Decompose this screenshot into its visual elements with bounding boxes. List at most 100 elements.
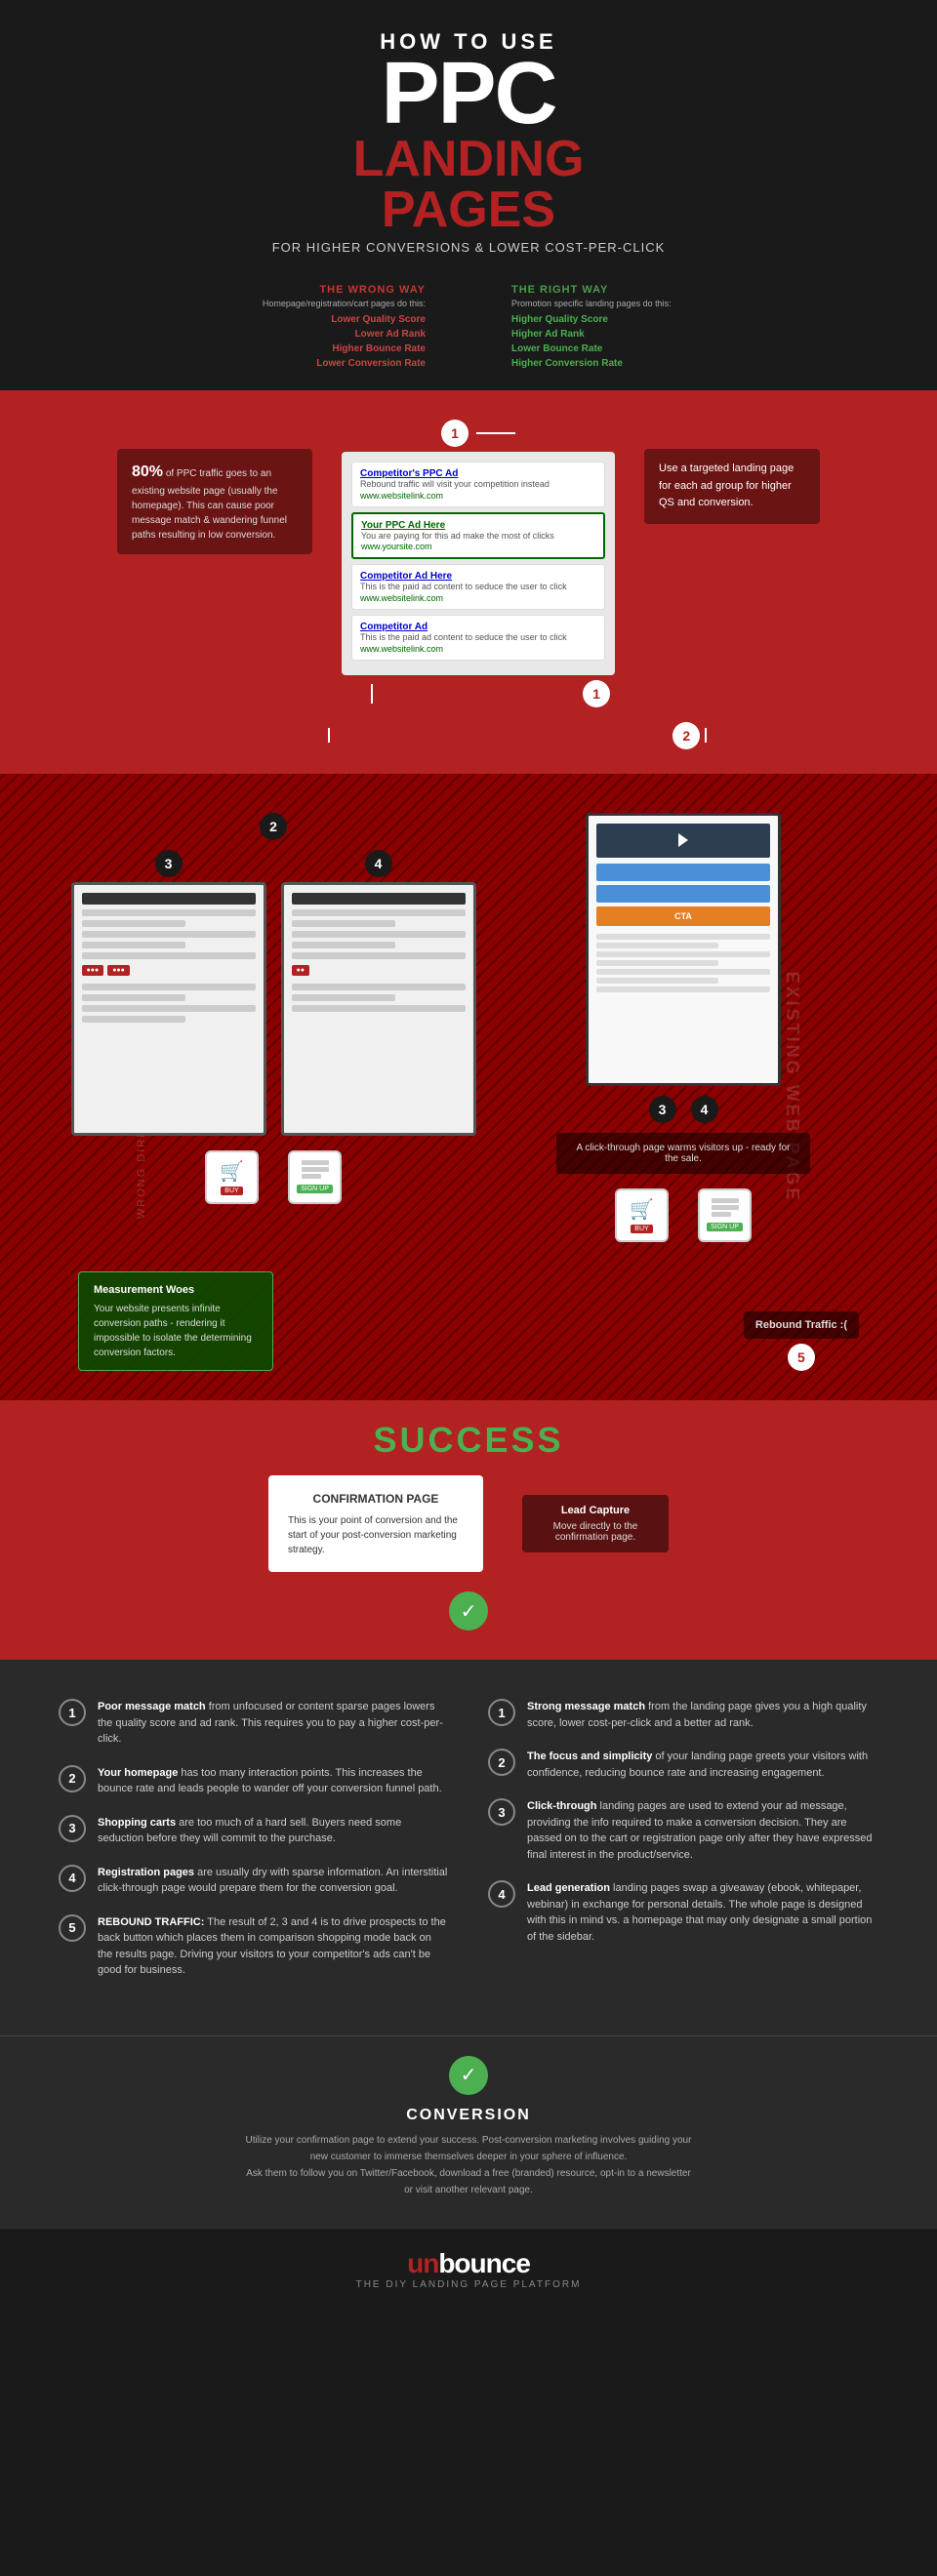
measurement-text: Your website presents infinite conversio… [94,1302,258,1360]
ad-your-ppc-title: Your PPC Ad Here [361,520,595,531]
header-ppc: PPC [20,55,917,134]
ad-competitor-ppc-title: Competitor's PPC Ad [360,468,596,479]
bottom-left-5: 5 REBOUND TRAFFIC: The result of 2, 3 an… [59,1914,449,1979]
bottom-middle-row: Measurement Woes Your website presents i… [0,1262,937,1372]
lp-line-1 [596,934,770,940]
form-symbol-right [712,1198,739,1220]
conversion-line-3: Ask them to follow you on Twitter/Facebo… [246,2168,691,2179]
right-num-4: 4 [488,1880,515,1908]
bottom-right-4: 4 Lead generation landing pages swap a g… [488,1880,878,1945]
buy-button-right: BUY [631,1225,652,1233]
brand-un: un [407,2248,438,2278]
conversion-line-1: Utilize your confirmation page to extend… [246,2135,692,2146]
ad-your-ppc-url: www.yoursite.com [361,542,595,551]
cart-symbol: 🛒 [220,1159,244,1184]
step-number-1-left: 1 [441,420,468,447]
left-num-5: 5 [59,1914,86,1942]
landing-page-mockup: CTA [586,813,781,1086]
right-item-4: Higher Conversion Rate [511,356,898,371]
wrong-item-2: Lower Ad Rank [39,327,426,342]
bottom-col-right: 1 Strong message match from the landing … [488,1699,878,1996]
header-landing: LANDING [20,134,917,184]
check-mark-area: ✓ [0,1591,937,1630]
left-text-1: Poor message match from unfocused or con… [98,1699,449,1748]
lp-cta-button: CTA [596,906,770,926]
rebound-label: Rebound Traffic :( [755,1319,847,1331]
right-info-box: Use a targeted landing page for each ad … [644,449,820,524]
click-through-info: A click-through page warms visitors up -… [556,1133,810,1174]
measurement-box: Measurement Woes Your website presents i… [78,1271,273,1372]
right-way-subtitle: Promotion specific landing pages do this… [511,299,898,308]
bottom-cols: 1 Poor message match from unfocused or c… [59,1699,878,1996]
lp-line-3 [596,951,770,957]
right-step-3-4: 3 4 [649,1096,718,1123]
webpage-mockup-left: ●●● ●●● [71,882,266,1136]
bottom-right-2: 2 The focus and simplicity of your landi… [488,1749,878,1781]
conversion-icons-wrong: 🛒 BUY SIGN UP [205,1150,342,1204]
ad-competitor-ppc-desc: Rebound traffic will visit your competit… [360,479,596,491]
left-num-3: 3 [59,1815,86,1842]
success-section: SUCCESS CONFIRMATION PAGE This is your p… [0,1400,937,1660]
right-num-2: 2 [488,1749,515,1776]
right-flow: CTA 3 4 A click-through page warms visit… [517,813,849,1242]
check-circle: ✓ [449,1591,488,1630]
conversion-icons-right: 🛒 BUY SIGN UP [615,1188,752,1242]
header-subtitle: FOR HIGHER CONVERSIONS & LOWER COST-PER-… [20,240,917,255]
website-mockups: 3 ●●● ●●● [71,850,476,1136]
brand-bounce: bounce [438,2248,530,2278]
left-num-1: 1 [59,1699,86,1726]
wrong-item-3: Higher Bounce Rate [39,342,426,356]
rebound-box: Rebound Traffic :( [744,1311,859,1339]
wrong-way-title: THE WRONG WAY [39,284,426,296]
lp-line-7 [596,986,770,992]
left-text-5: REBOUND TRAFFIC: The result of 2, 3 and … [98,1914,449,1979]
ad-competitor-ppc: Competitor's PPC Ad Rebound traffic will… [351,462,605,507]
buy-button: BUY [221,1187,242,1195]
measurement-title: Measurement Woes [94,1282,258,1299]
right-item-3: Lower Bounce Rate [511,342,898,356]
conversion-title: CONVERSION [59,2107,878,2124]
confirmation-box: CONFIRMATION PAGE This is your point of … [268,1475,483,1572]
header: HOW TO USE PPC LANDING PAGES FOR HIGHER … [0,0,937,274]
step-number-1-right: 1 [583,680,610,707]
left-text-4: Registration pages are usually dry with … [98,1865,449,1897]
ad-competitor-2-title: Competitor Ad [360,622,596,632]
success-flow: CONFIRMATION PAGE This is your point of … [0,1475,937,1572]
ppc-percent: 80% [132,463,163,480]
ppc-area: 80% of PPC traffic goes to an existing w… [0,410,937,717]
ad-competitor-1: Competitor Ad Here This is the paid ad c… [351,564,605,610]
right-way: THE RIGHT WAY Promotion specific landing… [511,284,898,371]
conversion-check: ✓ [449,2056,488,2095]
search-box: Competitor's PPC Ad Rebound traffic will… [342,452,615,675]
right-text-1: Strong message match from the landing pa… [527,1699,878,1731]
confirmation-text: This is your point of conversion and the… [288,1513,464,1557]
right-item-1: Higher Quality Score [511,312,898,327]
bottom-col-left: 1 Poor message match from unfocused or c… [59,1699,449,1996]
lead-capture-box: Lead Capture Move directly to the confir… [522,1495,669,1552]
conversion-text: Utilize your confirmation page to extend… [59,2132,878,2198]
confirmation-title: CONFIRMATION PAGE [288,1490,464,1508]
ad-your-ppc-desc: You are paying for this ad make the most… [361,531,595,543]
footer-tagline: THE DIY LANDING PAGE PLATFORM [20,2279,917,2290]
step-number-2: 2 [672,722,700,749]
lp-input-2 [596,885,770,903]
signup-button: SIGN UP [297,1185,333,1193]
middle-section: EXISTING WEB PAGE WRONG DIRECTION FOR PP… [0,774,937,1401]
form-icon-wrong: SIGN UP [288,1150,342,1204]
play-icon [678,833,688,847]
header-pages: PAGES [20,184,917,235]
confirmation-area: CONFIRMATION PAGE This is your point of … [268,1475,483,1572]
ad-competitor-2: Competitor Ad This is the paid ad conten… [351,615,605,661]
ad-your-ppc: Your PPC Ad Here You are paying for this… [351,512,605,560]
wrong-flow: 2 3 ●●● ●●● [88,813,459,1204]
left-num-4: 4 [59,1865,86,1892]
left-text-2: Your homepage has too many interaction p… [98,1765,449,1797]
wrong-step-4: 4 [365,850,392,877]
conversion-line-4: or visit another relevant page. [404,2185,533,2195]
lp-line-4 [596,960,718,966]
cart-icon-wrong: 🛒 BUY [205,1150,259,1204]
bottom-left-3: 3 Shopping carts are too much of a hard … [59,1815,449,1847]
lp-header [596,824,770,858]
cart-symbol-right: 🛒 [630,1197,654,1222]
lp-line-6 [596,978,718,984]
